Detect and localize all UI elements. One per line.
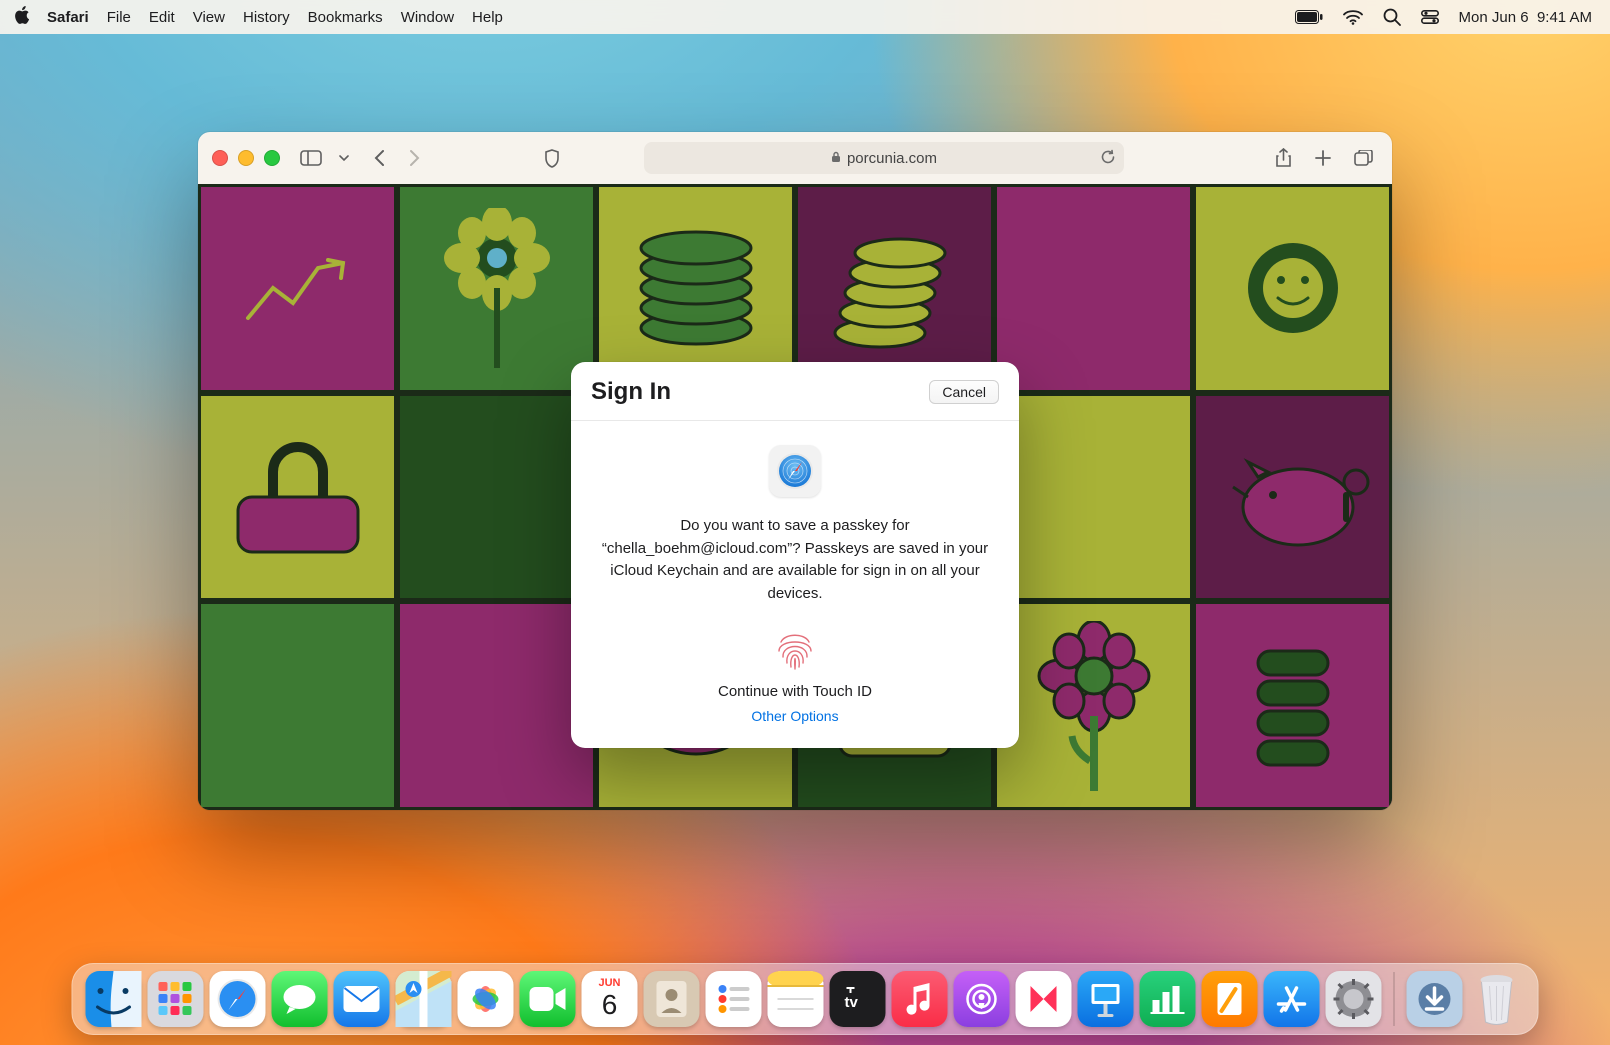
menu-file[interactable]: File [107, 9, 131, 26]
dock-maps[interactable] [396, 971, 452, 1027]
address-bar-host: porcunia.com [847, 150, 937, 167]
calendar-day-label: 6 [602, 989, 618, 1021]
dock-trash[interactable] [1469, 971, 1525, 1027]
dock-reminders[interactable] [706, 971, 762, 1027]
cancel-button[interactable]: Cancel [929, 380, 999, 404]
sidebar-toggle-button[interactable] [296, 144, 326, 172]
dock: JUN 6 tv [72, 963, 1539, 1035]
back-button[interactable] [364, 144, 394, 172]
dock-launchpad[interactable] [148, 971, 204, 1027]
dialog-body: Do you want to save a passkey for “chell… [571, 421, 1019, 748]
menu-history[interactable]: History [243, 9, 290, 26]
dock-tv[interactable]: tv [830, 971, 886, 1027]
tab-overview-button[interactable] [1348, 144, 1378, 172]
address-bar[interactable]: porcunia.com [644, 142, 1124, 174]
svg-text:tv: tv [845, 994, 859, 1011]
dock-podcasts[interactable] [954, 971, 1010, 1027]
calendar-month-label: JUN [598, 977, 620, 989]
control-center-icon[interactable] [1421, 10, 1439, 24]
window-minimize-button[interactable] [238, 150, 254, 166]
menu-window[interactable]: Window [401, 9, 454, 26]
continue-touch-id-label: Continue with Touch ID [595, 683, 995, 700]
dock-numbers[interactable] [1140, 971, 1196, 1027]
wifi-icon[interactable] [1343, 10, 1363, 25]
share-button[interactable] [1268, 144, 1298, 172]
touch-id-icon[interactable] [773, 627, 817, 671]
dock-settings[interactable] [1326, 971, 1382, 1027]
menu-view[interactable]: View [193, 9, 225, 26]
clock-time: 9:41 AM [1537, 9, 1592, 26]
menu-edit[interactable]: Edit [149, 9, 175, 26]
clock-date: Jun 6 [1492, 9, 1529, 26]
dock-news[interactable] [1016, 971, 1072, 1027]
dock-contacts[interactable] [644, 971, 700, 1027]
menu-bar: Safari File Edit View History Bookmarks … [0, 0, 1610, 34]
safari-toolbar: porcunia.com [198, 132, 1392, 184]
dock-appstore[interactable] [1264, 971, 1320, 1027]
tab-groups-dropdown[interactable] [336, 144, 352, 172]
lock-icon [831, 151, 841, 166]
dialog-body-text: Do you want to save a passkey for “chell… [595, 515, 995, 605]
dock-keynote[interactable] [1078, 971, 1134, 1027]
menu-bookmarks[interactable]: Bookmarks [308, 9, 383, 26]
dock-music[interactable] [892, 971, 948, 1027]
window-zoom-button[interactable] [264, 150, 280, 166]
clock-day: Mon [1459, 9, 1488, 26]
reload-button[interactable] [1100, 149, 1116, 169]
privacy-report-icon[interactable] [537, 144, 567, 172]
dock-mail[interactable] [334, 971, 390, 1027]
window-controls [212, 150, 280, 166]
dock-pages[interactable] [1202, 971, 1258, 1027]
battery-icon[interactable] [1295, 10, 1323, 24]
menu-help[interactable]: Help [472, 9, 503, 26]
menu-clock[interactable]: Mon Jun 6 9:41 AM [1459, 9, 1592, 26]
window-close-button[interactable] [212, 150, 228, 166]
active-app-name[interactable]: Safari [47, 9, 89, 26]
spotlight-icon[interactable] [1383, 8, 1401, 26]
dialog-title: Sign In [591, 378, 671, 406]
safari-window: porcunia.com [198, 132, 1392, 810]
dock-messages[interactable] [272, 971, 328, 1027]
page-content: Sign In Cancel Do you wa [198, 184, 1392, 810]
dialog-header: Sign In Cancel [571, 362, 1019, 421]
dock-safari[interactable] [210, 971, 266, 1027]
forward-button[interactable] [400, 144, 430, 172]
new-tab-button[interactable] [1308, 144, 1338, 172]
apple-menu-icon[interactable] [14, 6, 31, 27]
dock-separator [1394, 972, 1395, 1026]
other-options-link[interactable]: Other Options [595, 708, 995, 724]
dock-photos[interactable] [458, 971, 514, 1027]
dock-downloads[interactable] [1407, 971, 1463, 1027]
passkey-dialog: Sign In Cancel Do you wa [571, 362, 1019, 748]
safari-app-icon [769, 445, 821, 497]
dock-calendar[interactable]: JUN 6 [582, 971, 638, 1027]
dock-facetime[interactable] [520, 971, 576, 1027]
dock-finder[interactable] [86, 971, 142, 1027]
dock-notes[interactable] [768, 971, 824, 1027]
